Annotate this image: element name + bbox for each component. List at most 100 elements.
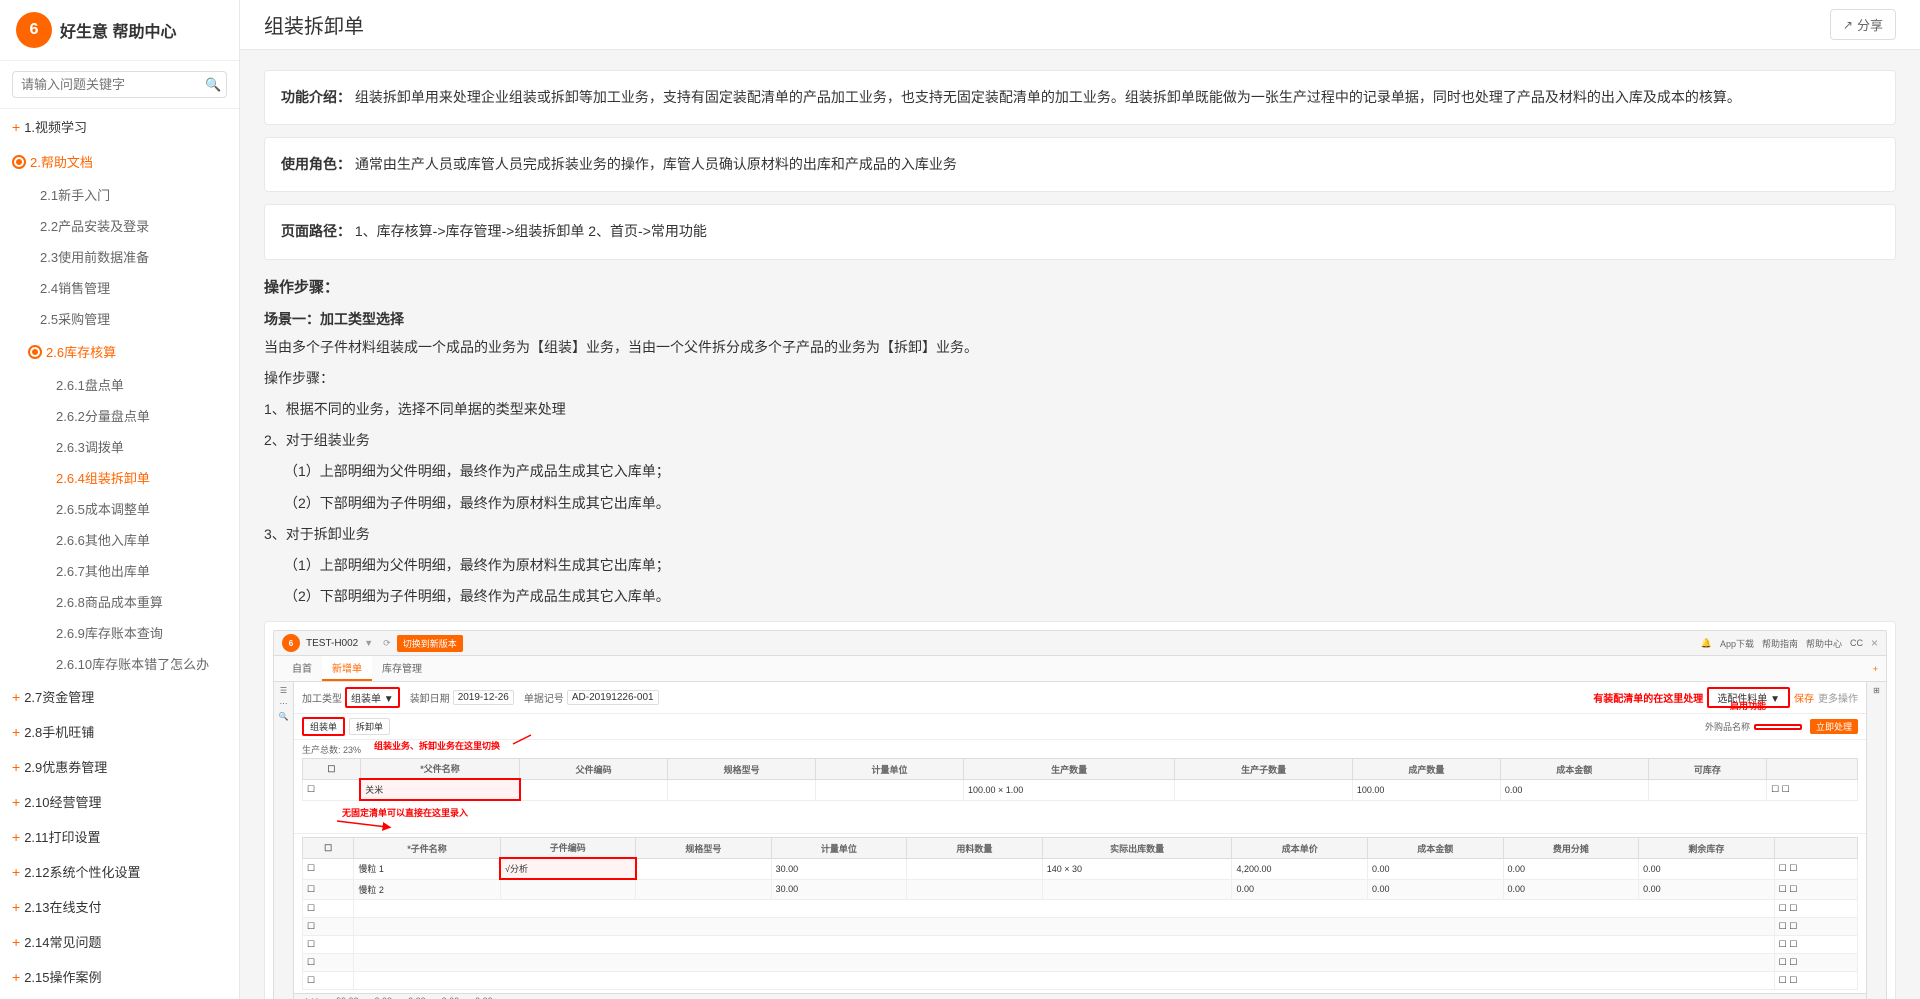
steps-intro: 操作步骤： [264, 366, 1896, 391]
lcol-remain: 剩余库存 [1639, 838, 1775, 859]
plus-icon-cases: + [12, 969, 20, 985]
app-logo: 6 [16, 12, 52, 48]
mock-tab-inventory[interactable]: 库存管理 [372, 656, 432, 681]
plus-icon-finance: + [12, 689, 20, 705]
sidebar-item-system[interactable]: + 2.12系统个性化设置 [0, 854, 239, 889]
sidebar-item-stocktake[interactable]: 2.6.1盘点单 [44, 369, 239, 400]
sidebar-item-cost-recalc[interactable]: 2.6.8商品成本重算 [44, 586, 239, 617]
sidebar-item-finance[interactable]: + 2.7资金管理 [0, 679, 239, 714]
sidebar-item-transfer[interactable]: 2.6.3调拨单 [44, 431, 239, 462]
sidebar-item-cases[interactable]: + 2.15操作案例 [0, 959, 239, 994]
sidebar-item-label: 2.12系统个性化设置 [24, 862, 140, 881]
table-row: ☐ ☐ ☐ [303, 935, 1858, 953]
mock-company: TEST-H002 [306, 638, 358, 649]
sidebar-item-stock-ledger[interactable]: 2.6.9库存账本查询 [44, 617, 239, 648]
cell-ops1[interactable]: ☐ ☐ [1774, 858, 1857, 879]
sidebar: 6 好生意 帮助中心 🔍 + 1.视频学习 2.帮助文档 2.1新手入门 2.2… [0, 0, 240, 999]
cell-parent-name: 关米 [360, 779, 519, 800]
search-box[interactable]: 🔍 [0, 61, 239, 109]
mock-type-value[interactable]: 组装单 ▼ [345, 687, 400, 708]
cell-checkbox[interactable]: ☐ [303, 971, 354, 989]
search-icon[interactable]: 🔍 [205, 77, 221, 93]
mock-action-row: 组装单 拆卸单 组装业务、拆卸业务在这里切换 外购品名称 [294, 714, 1866, 740]
sidebar-item-faq[interactable]: + 2.14常见问题 [0, 924, 239, 959]
col-spec: 规格型号 [668, 759, 816, 780]
mock-date-value[interactable]: 2019-12-26 [453, 690, 514, 705]
plus-icon-faq: + [12, 934, 20, 950]
share-button[interactable]: ↗ 分享 [1830, 9, 1896, 40]
cell-checkbox[interactable]: ☐ [303, 779, 361, 800]
mock-enable-btn[interactable]: 立即处理 [1810, 719, 1858, 734]
mock-annotation4-text: 无固定清单可以直接在这里录入 [342, 808, 468, 818]
nav-sub-inventory: 2.6.1盘点单 2.6.2分量盘点单 2.6.3调拨单 2.6.4组装拆卸单 … [28, 369, 239, 679]
sidebar-item-video-learning[interactable]: + 1.视频学习 [0, 109, 239, 144]
content-area: 功能介绍： 组装拆卸单用来处理企业组装或拆卸等加工业务，支持有固定装配清单的产品… [240, 50, 1920, 999]
search-input[interactable] [12, 71, 227, 98]
mock-refresh-icon: ⟳ [383, 638, 391, 649]
mock-annotation1-area: 有装配清单的在这里处理 选配件料单 ▼ 保存 更多操作 [1593, 687, 1858, 708]
cell-cost-amt: 0.00 [1500, 779, 1648, 800]
share-label: 分享 [1857, 15, 1883, 34]
page-title: 组装拆卸单 [264, 10, 364, 39]
sidebar-item-other-out[interactable]: 2.6.7其他出库单 [44, 555, 239, 586]
cell-checkbox[interactable]: ☐ [303, 917, 354, 935]
sidebar-item-help-docs[interactable]: 2.帮助文档 [0, 144, 239, 179]
sidebar-item-data-prep[interactable]: 2.3使用前数据准备 [28, 241, 239, 272]
cell-ops5[interactable]: ☐ ☐ [1774, 935, 1857, 953]
sidebar-item-purchase[interactable]: 2.5采购管理 [28, 303, 239, 334]
mock-assembly-toggle[interactable]: 组装单 [302, 717, 345, 736]
sidebar-item-coupons[interactable]: + 2.9优惠券管理 [0, 749, 239, 784]
mock-upper-table-body: ☐ 关米 100.00 × 1.00 100.00 0.00 [303, 779, 1858, 800]
cell-checkbox[interactable]: ☐ [303, 879, 354, 899]
sidebar-item-newbie[interactable]: 2.1新手入门 [28, 179, 239, 210]
sidebar-item-mobile[interactable]: + 2.8手机旺铺 [0, 714, 239, 749]
cell-checkbox[interactable]: ☐ [303, 858, 354, 879]
cell-checkbox[interactable]: ☐ [303, 935, 354, 953]
cell-ops2[interactable]: ☐ ☐ [1774, 879, 1857, 899]
mock-tab-home[interactable]: 自首 [282, 656, 322, 681]
mock-tab-add[interactable]: + [1873, 664, 1878, 674]
sidebar-item-operations[interactable]: + 2.10经营管理 [0, 784, 239, 819]
sidebar-item-cost-adjust[interactable]: 2.6.5成本调整单 [44, 493, 239, 524]
mock-more-link[interactable]: 更多操作 [1818, 690, 1858, 705]
mock-save-link[interactable]: 保存 [1794, 690, 1814, 705]
nav-sub-help-docs: 2.1新手入门 2.2产品安装及登录 2.3使用前数据准备 2.4销售管理 2.… [0, 179, 239, 679]
plus-icon-sys: + [12, 864, 20, 880]
scene1-title: 场景一：加工类型选择 [264, 309, 1896, 329]
sidebar-item-payment[interactable]: + 2.13在线支付 [0, 889, 239, 924]
sidebar-item-sales[interactable]: 2.4销售管理 [28, 272, 239, 303]
sidebar-item-stock-error[interactable]: 2.6.10库存账本错了怎么办 [44, 648, 239, 679]
cell-ops4[interactable]: ☐ ☐ [1774, 917, 1857, 935]
mock-tab-new[interactable]: 新增单 [322, 656, 372, 681]
sidebar-item-install[interactable]: 2.2产品安装及登录 [28, 210, 239, 241]
cell-checkbox[interactable]: ☐ [303, 953, 354, 971]
cell-sub-qty [1175, 779, 1353, 800]
mock-left-icons: ☰ ⋯ 🔍 [274, 682, 294, 999]
sidebar-item-print[interactable]: + 2.11打印设置 [0, 819, 239, 854]
cell-ops3[interactable]: ☐ ☐ [1774, 899, 1857, 917]
intro-card: 功能介绍： 组装拆卸单用来处理企业组装或拆卸等加工业务，支持有固定装配清单的产品… [264, 70, 1896, 125]
mock-close-btn[interactable]: × [1871, 636, 1878, 650]
cell-ops7[interactable]: ☐ ☐ [1774, 971, 1857, 989]
cell-ops6[interactable]: ☐ ☐ [1774, 953, 1857, 971]
sidebar-item-assembly[interactable]: 2.6.4组装拆卸单 [44, 462, 239, 493]
col-cost-amt: 成本金额 [1500, 759, 1648, 780]
table-row: ☐ ☐ ☐ [303, 917, 1858, 935]
mock-lower-table-head: ☐ *子件名称 子件编码 规格型号 计量单位 用料数量 实际出库数量 成本单价 [303, 838, 1858, 859]
sidebar-item-inventory[interactable]: 2.6库存核算 [28, 334, 239, 369]
sidebar-item-other-in[interactable]: 2.6.6其他入库单 [44, 524, 239, 555]
intro-text: 组装拆卸单用来处理企业组装或拆卸等加工业务，支持有固定装配清单的产品加工业务，也… [355, 89, 1741, 105]
cell-checkbox[interactable]: ☐ [303, 899, 354, 917]
mock-nav-cc: CC [1850, 638, 1863, 648]
cell-prod-qty: 100.00 × 1.00 [964, 779, 1175, 800]
mock-disassembly-toggle[interactable]: 拆卸单 [349, 718, 390, 735]
cell-row-ops[interactable]: ☐ ☐ [1767, 779, 1858, 800]
mock-date-label: 装卸日期 [410, 690, 450, 705]
table-header-row: ☐ *父件名称 父件编码 规格型号 计量单位 生产数量 生产子数量 成产数量 成 [303, 759, 1858, 780]
sidebar-item-partial-stocktake[interactable]: 2.6.2分量盘点单 [44, 400, 239, 431]
mock-right-icon-1: ⊞ [1873, 686, 1880, 695]
mock-switch-version-btn[interactable]: 切换到新版本 [397, 635, 463, 652]
col-checkbox: ☐ [303, 759, 361, 780]
mock-custom-field-input[interactable] [1754, 724, 1802, 730]
sidebar-item-label: 2.6库存核算 [46, 342, 116, 361]
